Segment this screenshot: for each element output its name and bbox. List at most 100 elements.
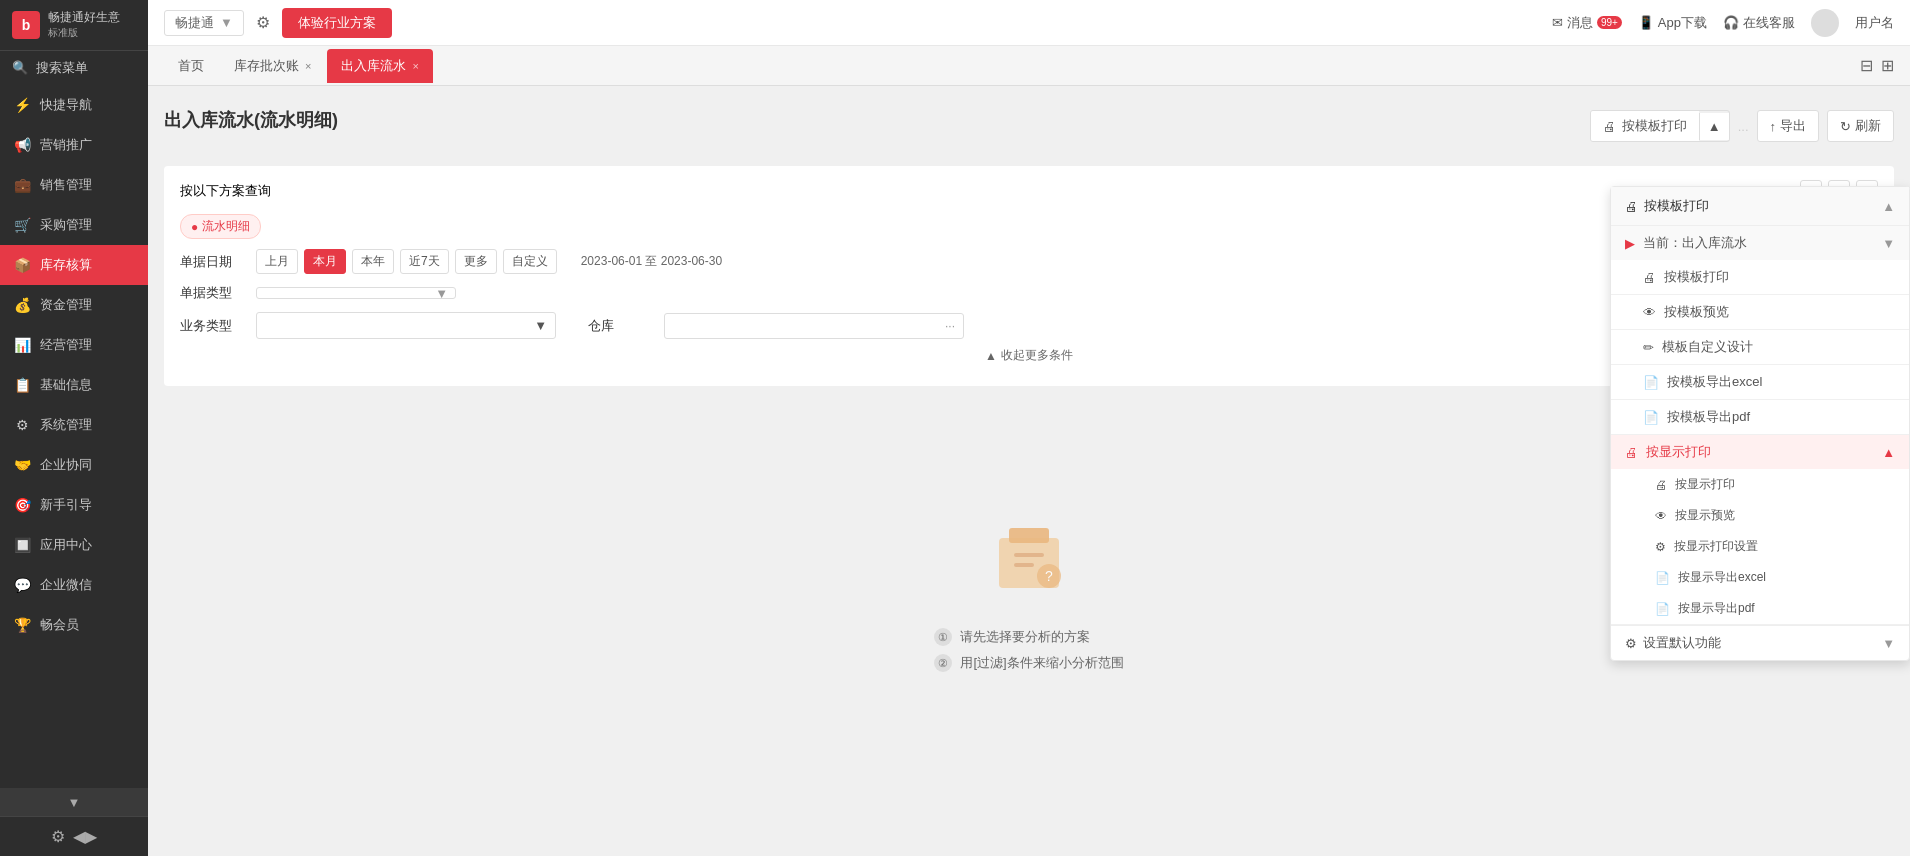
sidebar-item-inventory[interactable]: 📦 库存核算	[0, 245, 148, 285]
wechat-icon: 💬	[12, 577, 32, 593]
filter-title: 按以下方案查询	[180, 182, 271, 200]
topbar-app-title[interactable]: 畅捷通 ▼	[164, 10, 244, 36]
template-preview-section: 👁 按模板预览	[1611, 295, 1909, 330]
sidebar-scroll-down[interactable]: ▼	[0, 788, 148, 816]
sidebar-item-label: 畅会员	[40, 616, 79, 634]
page-content: 出入库流水(流水明细) 🖨 按模板打印 ▲ ... ↑ 导出	[148, 86, 1910, 856]
user-avatar[interactable]	[1811, 9, 1839, 37]
dropdown-panel-up-arrow[interactable]: ▲	[1882, 199, 1895, 214]
tab-batch-account-close-icon[interactable]: ×	[305, 60, 311, 72]
flow-tag-label: 流水明细	[202, 218, 250, 235]
sidebar-item-label: 销售管理	[40, 176, 92, 194]
sidebar-item-operation[interactable]: 📊 经营管理	[0, 325, 148, 365]
date-btn-more[interactable]: 更多	[455, 249, 497, 274]
print-dropdown-arrow-button[interactable]: ▲	[1699, 113, 1729, 140]
app-edition: 标准版	[48, 26, 120, 40]
tab-stock-flow-label: 出入库流水	[341, 57, 406, 75]
template-custom-label: 模板自定义设计	[1662, 338, 1753, 356]
tab-home-label: 首页	[178, 57, 204, 75]
panel-scroll: ▶ 当前：出入库流水 ▼ 🖨 按模板打印 👁	[1611, 226, 1909, 625]
sidebar-item-label: 企业微信	[40, 576, 92, 594]
template-pdf-item[interactable]: 📄 按模板导出pdf	[1611, 400, 1909, 434]
display-print-arrow-icon: ▲	[1882, 445, 1895, 460]
online-service-button[interactable]: 🎧 在线客服	[1723, 14, 1795, 32]
member-icon: 🏆	[12, 617, 32, 633]
template-excel-item[interactable]: 📄 按模板导出excel	[1611, 365, 1909, 399]
refresh-label: 刷新	[1855, 117, 1881, 135]
sidebar-item-sales[interactable]: 💼 销售管理	[0, 165, 148, 205]
tab-batch-account[interactable]: 库存批次账 ×	[220, 49, 325, 83]
printer-header-icon: 🖨	[1625, 199, 1638, 214]
trial-button[interactable]: 体验行业方案	[282, 8, 392, 38]
topbar-gear-icon[interactable]: ⚙	[256, 13, 270, 32]
date-btn-last-month[interactable]: 上月	[256, 249, 298, 274]
display-print-settings-icon: ⚙	[1655, 540, 1666, 554]
template-preview-icon: 👁	[1643, 305, 1656, 320]
display-print-settings-item[interactable]: ⚙ 按显示打印设置	[1611, 531, 1909, 562]
display-print-header[interactable]: 🖨 按显示打印 ▲	[1611, 435, 1909, 469]
tab-maximize-icon[interactable]: ⊞	[1881, 56, 1894, 75]
sidebar-settings-icon[interactable]: ⚙	[51, 827, 65, 846]
message-button[interactable]: ✉ 消息 99+	[1552, 14, 1622, 32]
sidebar-item-finance[interactable]: 💰 资金管理	[0, 285, 148, 325]
sidebar-item-purchase[interactable]: 🛒 采购管理	[0, 205, 148, 245]
sidebar-item-wechat[interactable]: 💬 企业微信	[0, 565, 148, 605]
app-logo-icon: b	[12, 11, 40, 39]
search-menu-label: 搜索菜单	[36, 59, 88, 77]
refresh-button[interactable]: ↻ 刷新	[1827, 110, 1894, 142]
set-default-button[interactable]: ⚙ 设置默认功能	[1625, 634, 1721, 652]
template-print-button[interactable]: 🖨 按模板打印	[1591, 111, 1699, 141]
warehouse-select[interactable]: ···	[664, 313, 964, 339]
doctype-select[interactable]	[256, 287, 456, 299]
biztype-select[interactable]: ▼	[256, 312, 556, 339]
quick-nav-icon: ⚡	[12, 97, 32, 113]
sidebar-item-appcenter[interactable]: 🔲 应用中心	[0, 525, 148, 565]
display-preview-item[interactable]: 👁 按显示预览	[1611, 500, 1909, 531]
sidebar-item-guide[interactable]: 🎯 新手引导	[0, 485, 148, 525]
panel-footer: ⚙ 设置默认功能 ▼	[1611, 625, 1909, 660]
date-btn-last-7days[interactable]: 近7天	[400, 249, 449, 274]
sidebar-nav: ⚡ 快捷导航 📢 营销推广 💼 销售管理 🛒 采购管理 📦 库存核算 💰	[0, 85, 148, 788]
sidebar-item-label: 经营管理	[40, 336, 92, 354]
date-btn-custom[interactable]: 自定义	[503, 249, 557, 274]
tab-minimize-icon[interactable]: ⊟	[1860, 56, 1873, 75]
step-num-1: ①	[934, 628, 952, 646]
date-btn-this-year[interactable]: 本年	[352, 249, 394, 274]
tab-batch-account-label: 库存批次账	[234, 57, 299, 75]
current-arrow-icon[interactable]: ▼	[1882, 236, 1895, 251]
main-content: 畅捷通 ▼ ⚙ 体验行业方案 ✉ 消息 99+ 📱 App下载 🎧 在线客服	[148, 0, 1910, 856]
display-pdf-item[interactable]: 📄 按显示导出pdf	[1611, 593, 1909, 624]
sidebar-item-quick-nav[interactable]: ⚡ 快捷导航	[0, 85, 148, 125]
app-download-button[interactable]: 📱 App下载	[1638, 14, 1707, 32]
sidebar-item-basic[interactable]: 📋 基础信息	[0, 365, 148, 405]
display-pdf-label: 按显示导出pdf	[1678, 600, 1755, 617]
sidebar-item-marketing[interactable]: 📢 营销推广	[0, 125, 148, 165]
doctype-label: 单据类型	[180, 284, 240, 302]
tab-home[interactable]: 首页	[164, 49, 218, 83]
template-print-item[interactable]: 🖨 按模板打印	[1611, 260, 1909, 294]
template-custom-item[interactable]: ✏ 模板自定义设计	[1611, 330, 1909, 364]
svg-rect-2	[1014, 553, 1044, 557]
message-label: 消息	[1567, 14, 1593, 32]
flow-tag[interactable]: ● 流水明细	[180, 214, 261, 239]
appcenter-icon: 🔲	[12, 537, 32, 553]
guide-icon: 🎯	[12, 497, 32, 513]
tab-stock-flow-close-icon[interactable]: ×	[412, 60, 418, 72]
warehouse-label: 仓库	[588, 317, 648, 335]
operation-icon: 📊	[12, 337, 32, 353]
sidebar-item-label: 应用中心	[40, 536, 92, 554]
date-btn-this-month[interactable]: 本月	[304, 249, 346, 274]
tab-stock-flow[interactable]: 出入库流水 ×	[327, 49, 432, 83]
sidebar-item-system[interactable]: ⚙ 系统管理	[0, 405, 148, 445]
topbar: 畅捷通 ▼ ⚙ 体验行业方案 ✉ 消息 99+ 📱 App下载 🎧 在线客服	[148, 0, 1910, 46]
sidebar-item-member[interactable]: 🏆 畅会员	[0, 605, 148, 645]
template-preview-item[interactable]: 👁 按模板预览	[1611, 295, 1909, 329]
search-menu-item[interactable]: 🔍 搜索菜单	[0, 51, 148, 85]
export-button[interactable]: ↑ 导出	[1757, 110, 1820, 142]
sidebar-item-collab[interactable]: 🤝 企业协同	[0, 445, 148, 485]
date-label: 单据日期	[180, 253, 240, 271]
sidebar-collapse-icon[interactable]: ◀▶	[73, 827, 97, 846]
display-excel-item[interactable]: 📄 按显示导出excel	[1611, 562, 1909, 593]
panel-footer-arrow-icon: ▼	[1882, 636, 1895, 651]
display-print-sub-item[interactable]: 🖨 按显示打印	[1611, 469, 1909, 500]
